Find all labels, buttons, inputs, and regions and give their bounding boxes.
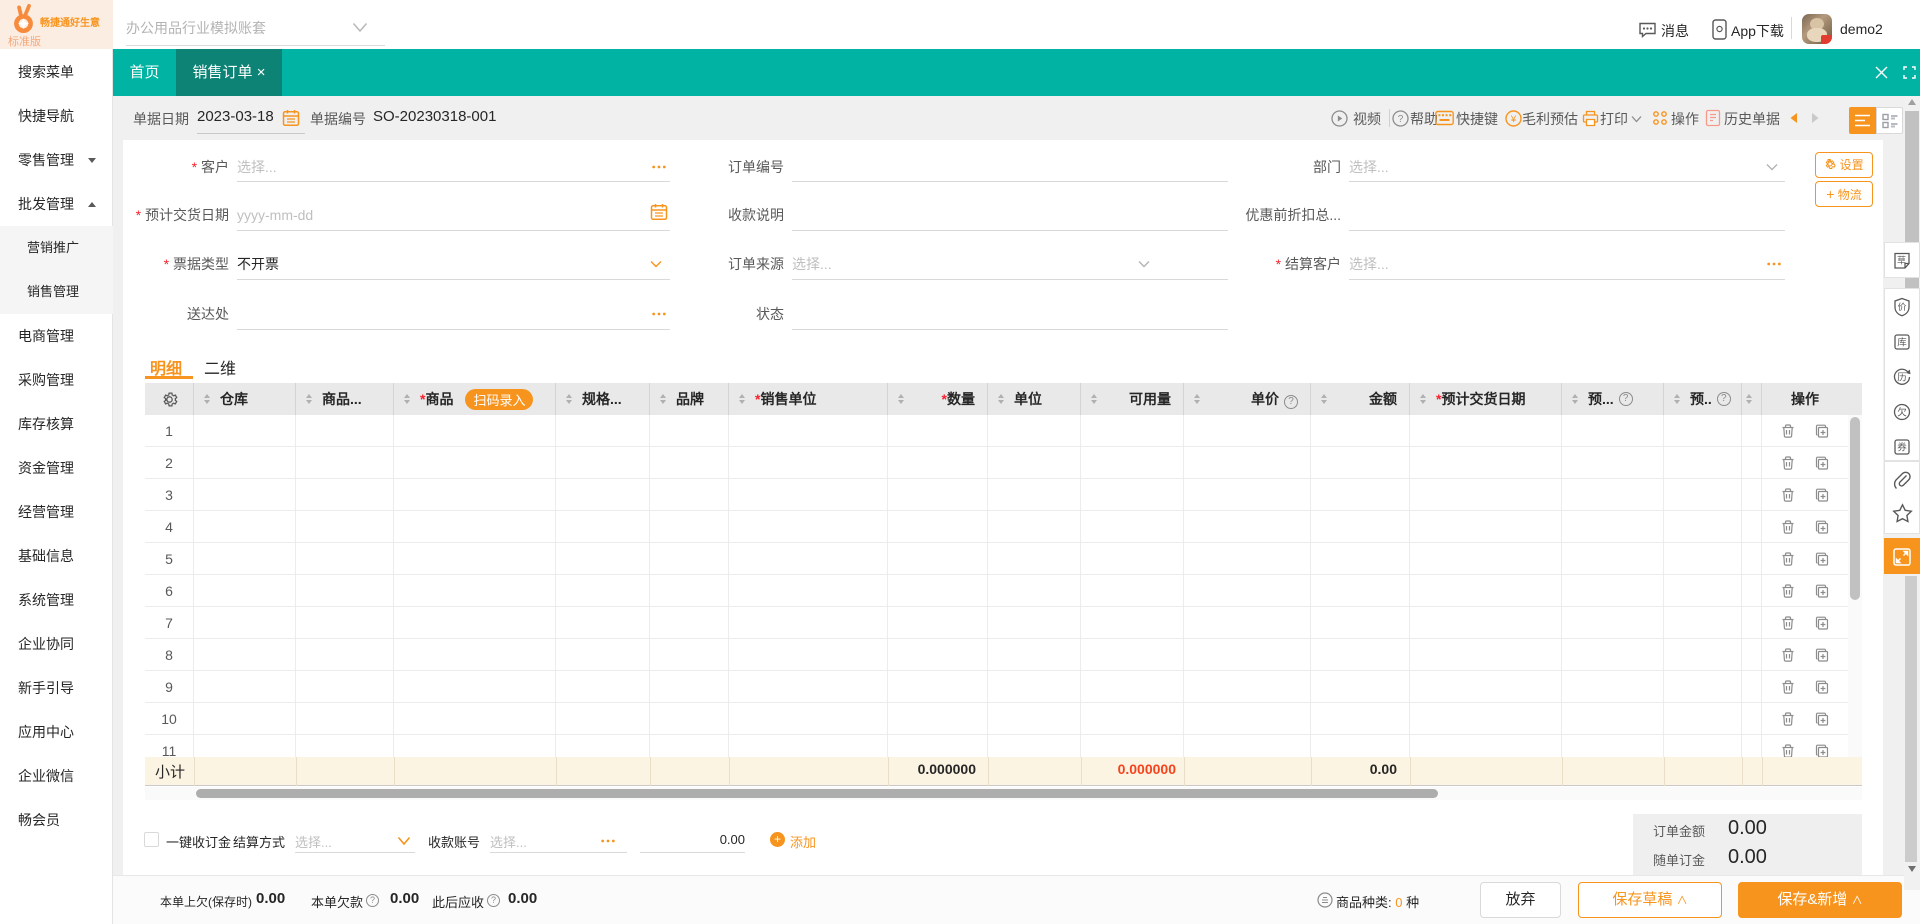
- svg-text:价: 价: [1897, 302, 1906, 312]
- svg-text:?: ?: [1398, 114, 1404, 125]
- svg-text:库: 库: [1897, 337, 1907, 349]
- svg-text:¥: ¥: [1510, 114, 1517, 125]
- svg-text:历: 历: [1897, 373, 1907, 384]
- svg-text:欠: 欠: [1897, 407, 1907, 419]
- svg-text:券: 券: [1897, 442, 1907, 454]
- svg-text:草: 草: [1897, 255, 1906, 266]
